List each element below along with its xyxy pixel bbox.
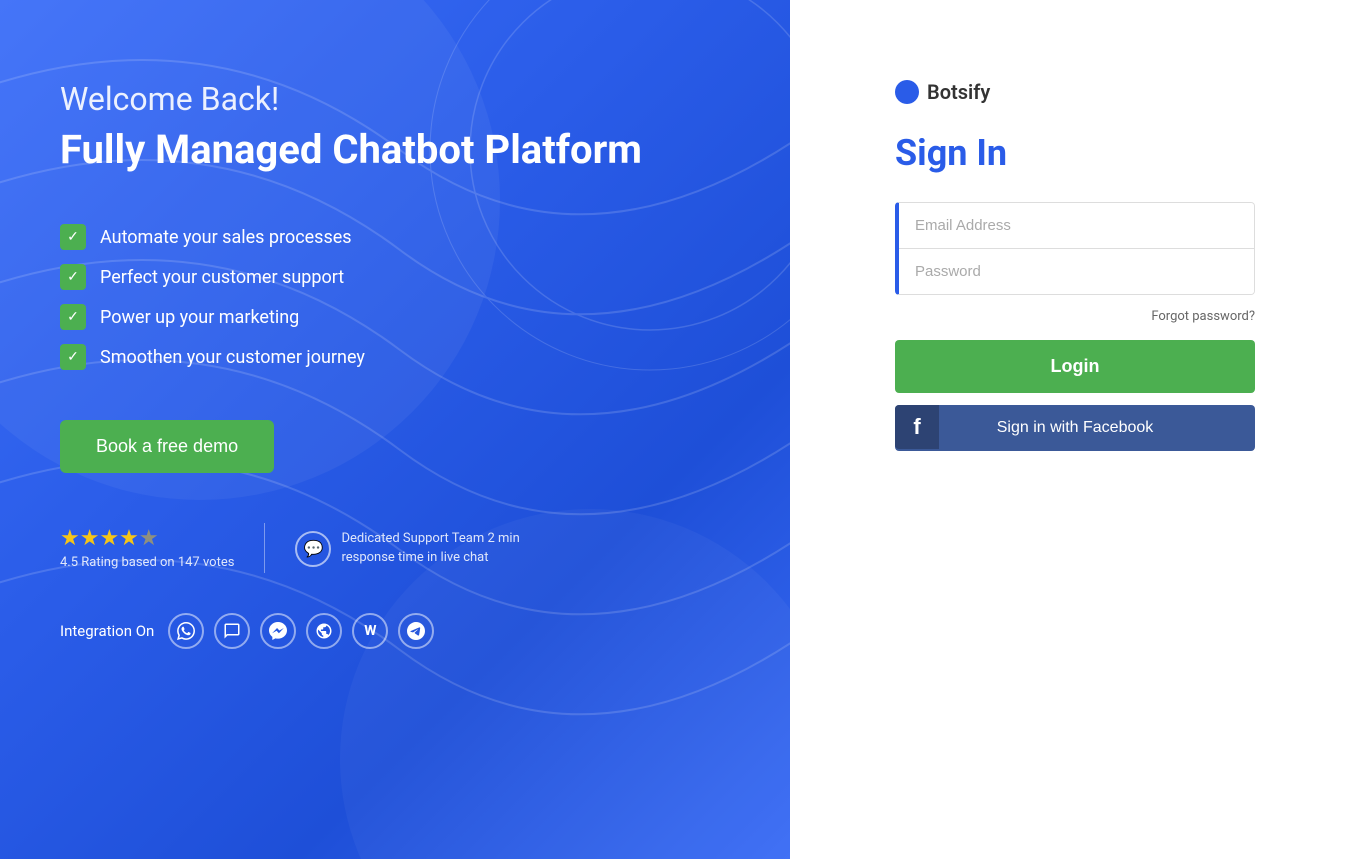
feature-text: Automate your sales processes: [100, 227, 352, 248]
chat-widget-icon: [214, 613, 250, 649]
list-item: ✓ Power up your marketing: [60, 304, 730, 330]
right-panel: Botsify Sign In Forgot password? Login f…: [790, 0, 1360, 859]
check-icon: ✓: [60, 224, 86, 250]
support-text: Dedicated Support Team 2 minresponse tim…: [341, 529, 519, 568]
welcome-text: Welcome Back!: [60, 80, 730, 118]
web-icon: [306, 613, 342, 649]
integration-row: Integration On W: [60, 613, 730, 649]
chat-icon: 💬: [295, 531, 331, 567]
wordpress-icon: W: [352, 613, 388, 649]
facebook-icon: f: [895, 405, 939, 449]
integration-label: Integration On: [60, 622, 154, 640]
support-section: 💬 Dedicated Support Team 2 minresponse t…: [295, 529, 519, 568]
bottom-info: ★★★★★ 4.5 Rating based on 147 votes 💬 De…: [60, 523, 730, 573]
login-button[interactable]: Login: [895, 340, 1255, 393]
logo-icon: [895, 80, 919, 104]
list-item: ✓ Smoothen your customer journey: [60, 344, 730, 370]
telegram-icon: [398, 613, 434, 649]
left-panel: Welcome Back! Fully Managed Chatbot Plat…: [0, 0, 790, 859]
rating-section: ★★★★★ 4.5 Rating based on 147 votes: [60, 526, 234, 570]
integration-icons: W: [168, 613, 434, 649]
star-rating: ★★★★★: [60, 526, 234, 551]
login-container: Botsify Sign In Forgot password? Login f…: [895, 80, 1255, 451]
list-item: ✓ Automate your sales processes: [60, 224, 730, 250]
features-list: ✓ Automate your sales processes ✓ Perfec…: [60, 224, 730, 370]
divider: [264, 523, 265, 573]
logo-row: Botsify: [895, 80, 1255, 104]
facebook-signin-button[interactable]: f Sign in with Facebook: [895, 405, 1255, 451]
list-item: ✓ Perfect your customer support: [60, 264, 730, 290]
email-input[interactable]: [899, 203, 1254, 248]
logo-name: Botsify: [927, 80, 990, 104]
password-input[interactable]: [899, 249, 1254, 294]
credentials-form: [895, 202, 1255, 295]
feature-text: Power up your marketing: [100, 307, 299, 328]
check-icon: ✓: [60, 304, 86, 330]
check-icon: ✓: [60, 264, 86, 290]
check-icon: ✓: [60, 344, 86, 370]
demo-button[interactable]: Book a free demo: [60, 420, 274, 473]
forgot-password-link[interactable]: Forgot password?: [1151, 309, 1255, 324]
whatsapp-icon: [168, 613, 204, 649]
rating-text: 4.5 Rating based on 147 votes: [60, 555, 234, 570]
messenger-icon: [260, 613, 296, 649]
platform-title: Fully Managed Chatbot Platform: [60, 126, 730, 174]
facebook-button-label: Sign in with Facebook: [909, 419, 1241, 437]
feature-text: Perfect your customer support: [100, 267, 344, 288]
feature-text: Smoothen your customer journey: [100, 347, 365, 368]
page-title: Sign In: [895, 132, 1255, 174]
forgot-password-row: Forgot password?: [895, 305, 1255, 324]
